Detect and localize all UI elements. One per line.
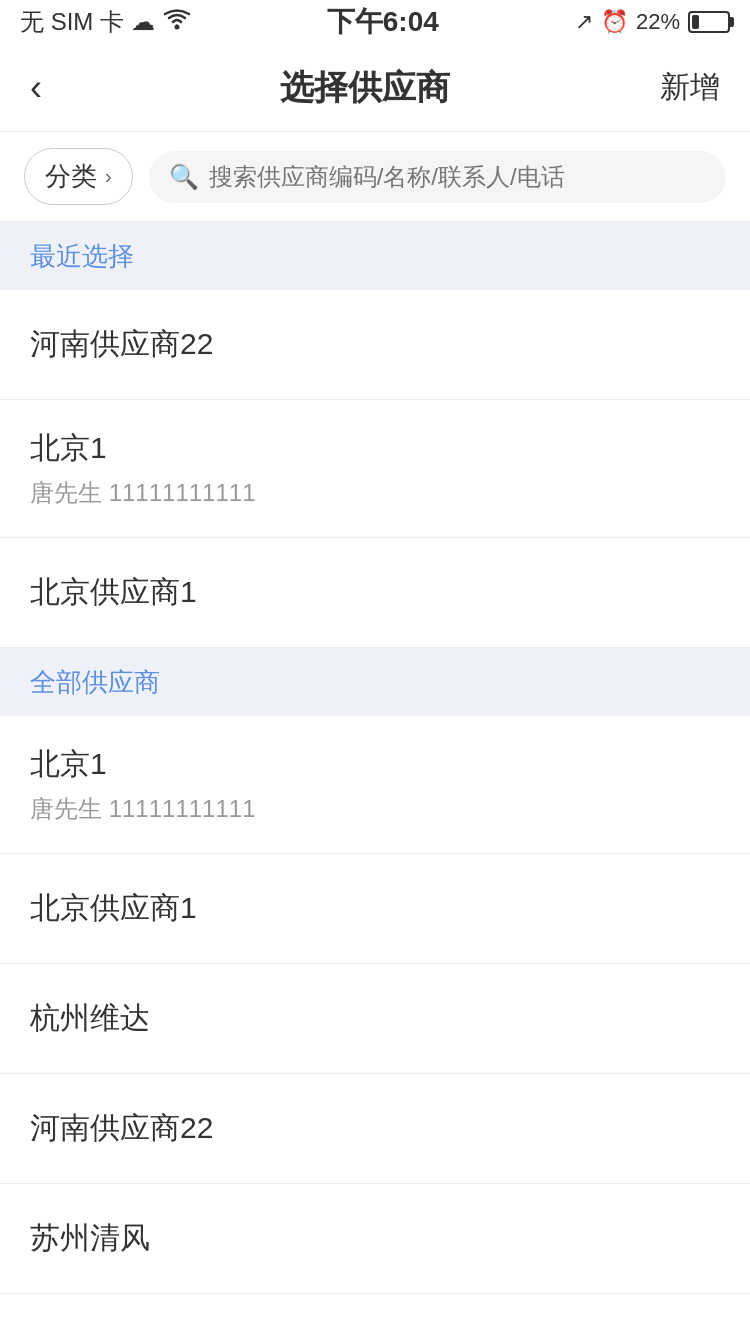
search-box[interactable]: 🔍 — [149, 151, 726, 203]
all-list-item[interactable]: 杭州维达 — [0, 964, 750, 1074]
nav-bar: ‹ 选择供应商 新增 — [0, 44, 750, 132]
category-button[interactable]: 分类 › — [24, 148, 133, 205]
item-sub: 唐先生 11111111111 — [30, 793, 720, 825]
wifi-icon — [163, 8, 191, 36]
item-name: 河南供应商22 — [30, 1108, 720, 1149]
item-name: 河南供应商22 — [30, 324, 720, 365]
item-name: 苏州清风 — [30, 1218, 720, 1259]
recent-section-header: 最近选择 — [0, 222, 750, 290]
status-time: 下午6:04 — [327, 3, 439, 41]
chevron-right-icon: › — [105, 165, 112, 188]
filter-bar: 分类 › 🔍 — [0, 132, 750, 222]
item-name: 杭州维达 — [30, 998, 720, 1039]
search-input[interactable] — [209, 163, 706, 191]
all-list-item[interactable]: 河南供应商22 — [0, 1074, 750, 1184]
all-section-title: 全部供应商 — [30, 665, 160, 700]
all-section-header: 全部供应商 — [0, 648, 750, 716]
recent-list: 河南供应商22 北京1 唐先生 11111111111 北京供应商1 — [0, 290, 750, 648]
no-sim-label: 无 SIM 卡 ☁ — [20, 6, 155, 38]
status-right: ↗ ⏰ 22% — [575, 9, 730, 35]
item-name: 北京供应商1 — [30, 572, 720, 613]
battery-percent: 22% — [636, 9, 680, 35]
all-list-item[interactable]: 北京供应商1 — [0, 854, 750, 964]
recent-list-item[interactable]: 北京1 唐先生 11111111111 — [0, 400, 750, 538]
battery-icon — [688, 11, 730, 33]
item-name: 北京1 — [30, 428, 720, 469]
add-button[interactable]: 新增 — [640, 67, 720, 108]
all-list-item[interactable]: 苏州清风 — [0, 1184, 750, 1294]
all-list: 北京1 唐先生 11111111111 北京供应商1 杭州维达河南供应商22 苏州清风 — [0, 716, 750, 1294]
status-left: 无 SIM 卡 ☁ — [20, 6, 191, 38]
category-label: 分类 — [45, 159, 97, 194]
page-title: 选择供应商 — [280, 65, 450, 111]
recent-section-title: 最近选择 — [30, 239, 134, 274]
recent-list-item[interactable]: 河南供应商22 — [0, 290, 750, 400]
item-name: 北京供应商1 — [30, 888, 720, 929]
item-sub: 唐先生 11111111111 — [30, 477, 720, 509]
item-name: 北京1 — [30, 744, 720, 785]
recent-list-item[interactable]: 北京供应商1 — [0, 538, 750, 648]
alarm-icon: ⏰ — [601, 9, 628, 35]
back-button[interactable]: ‹ — [30, 67, 90, 109]
svg-point-0 — [174, 25, 179, 30]
search-icon: 🔍 — [169, 163, 199, 191]
all-list-item[interactable]: 北京1 唐先生 11111111111 — [0, 716, 750, 854]
status-bar: 无 SIM 卡 ☁ 下午6:04 ↗ ⏰ 22% — [0, 0, 750, 44]
location-icon: ↗ — [575, 9, 593, 35]
